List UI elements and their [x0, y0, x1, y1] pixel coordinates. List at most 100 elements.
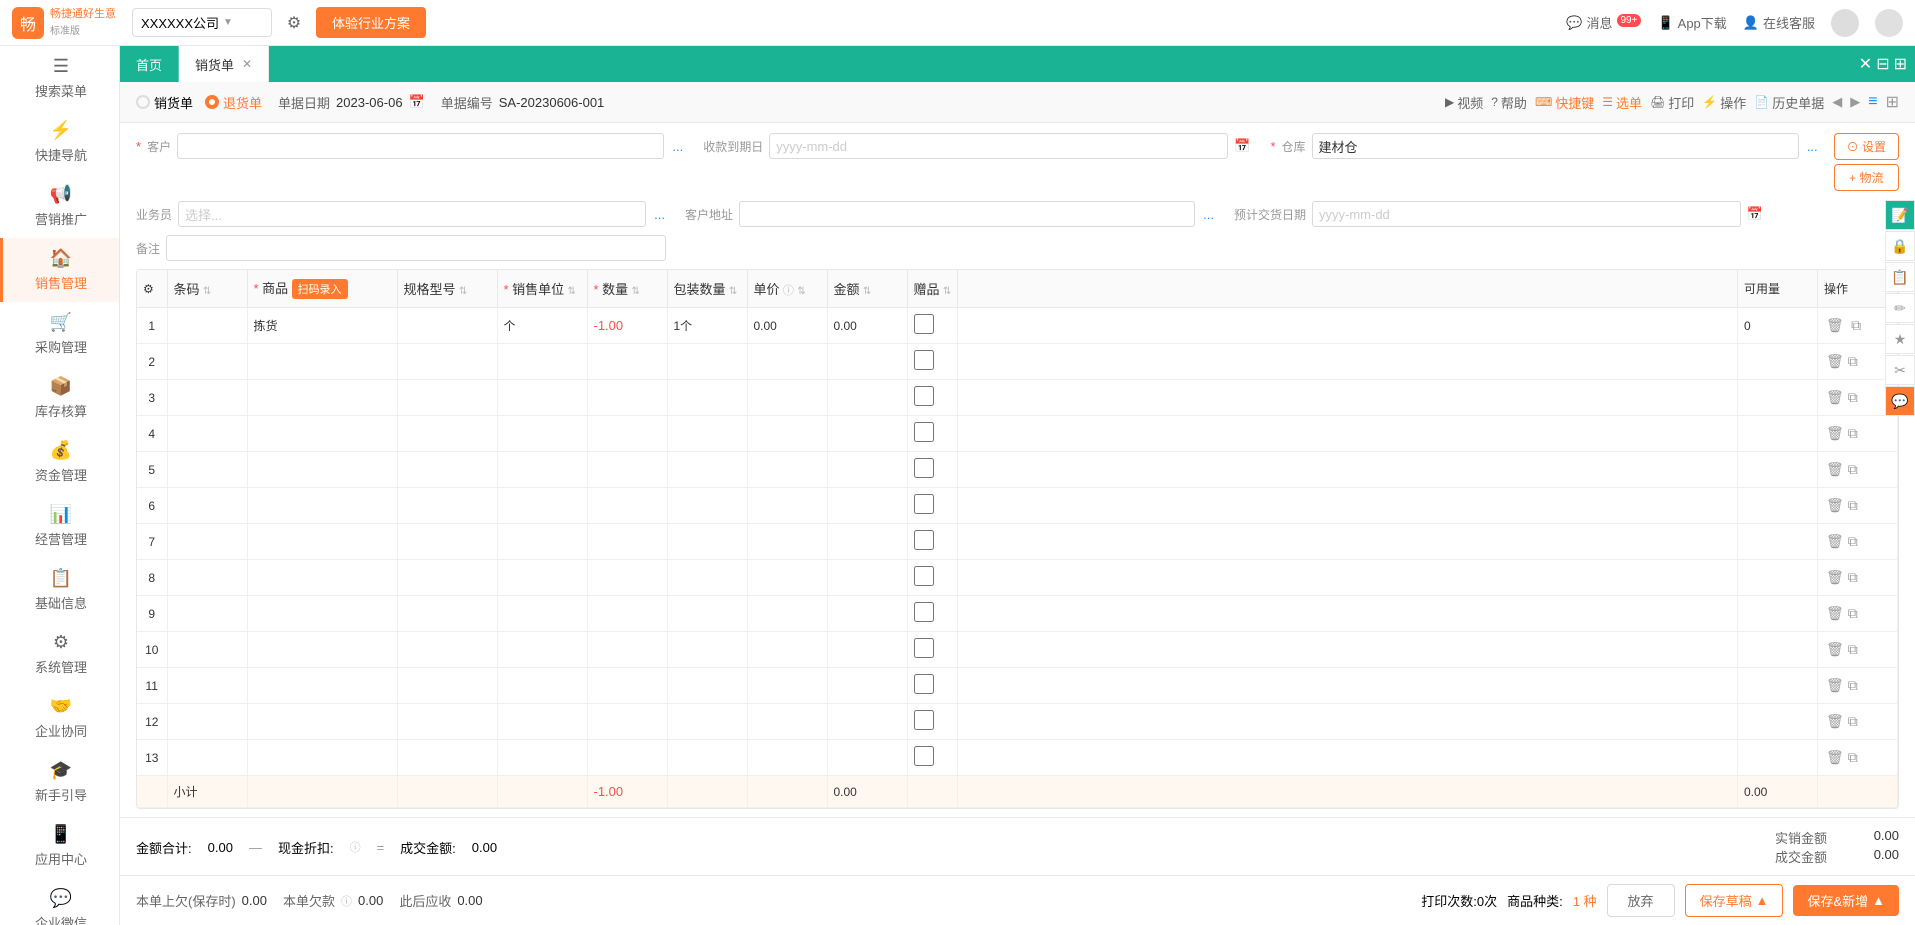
unitprice-info-icon[interactable]: ⓘ — [783, 285, 794, 297]
float-btn-7[interactable]: 💬 — [1885, 386, 1915, 416]
sort-packqty-icon[interactable]: ⇅ — [729, 286, 737, 297]
row1-gift[interactable] — [907, 308, 958, 344]
sidebar-item-basic[interactable]: 📋 基础信息 — [0, 558, 119, 622]
sidebar-item-enterprise[interactable]: 🤝 企业协同 — [0, 686, 119, 750]
r10-del[interactable]: 🗑 — [1826, 641, 1844, 657]
sort-unit-icon[interactable]: ⇅ — [568, 286, 576, 297]
action-shortcut[interactable]: ⌨ 快捷键 — [1535, 93, 1594, 112]
save-new-button[interactable]: 保存&新增 ▲ — [1793, 885, 1899, 916]
action-print[interactable]: 🖨 打印 — [1650, 93, 1694, 112]
r2c2[interactable] — [167, 344, 247, 380]
float-btn-4[interactable]: ✏ — [1885, 293, 1915, 323]
sort-amount-icon[interactable]: ⇅ — [863, 286, 871, 297]
tab-expand-icon[interactable]: ✕ — [1859, 54, 1872, 74]
radio-sales-order[interactable]: 销货单 — [136, 93, 193, 112]
warehouse-input[interactable]: 建材仓 — [1312, 133, 1799, 159]
r9-copy[interactable]: ⧉ — [1848, 605, 1858, 621]
r3-gift[interactable] — [914, 386, 934, 406]
salesperson-input[interactable]: 选择... — [178, 201, 646, 227]
tab-list-icon[interactable]: ⊟ — [1876, 54, 1889, 74]
tab-close-icon[interactable]: ✕ — [242, 57, 252, 71]
r4-copy[interactable]: ⧉ — [1848, 425, 1858, 441]
save-draft-button[interactable]: 保存草稿 ▲ — [1685, 884, 1784, 917]
r11-copy[interactable]: ⧉ — [1848, 677, 1858, 693]
r2c4[interactable] — [397, 344, 497, 380]
warehouse-more-btn[interactable]: ... — [1807, 139, 1818, 154]
r10-gift[interactable] — [914, 638, 934, 658]
tab-home[interactable]: 首页 — [120, 46, 179, 82]
row1-unitprice[interactable]: 0.00 — [747, 308, 827, 344]
sidebar-item-shortcut[interactable]: ⚡ 快捷导航 — [0, 110, 119, 174]
avatar2[interactable] — [1875, 9, 1903, 37]
r5-del[interactable]: 🗑 — [1826, 461, 1844, 477]
r2c7[interactable] — [667, 344, 747, 380]
due-date-calendar-icon[interactable]: 📅 — [1234, 138, 1250, 154]
r5-copy[interactable]: ⧉ — [1848, 461, 1858, 477]
r4-del[interactable]: 🗑 — [1826, 425, 1844, 441]
sidebar-item-purchase[interactable]: 🛒 采购管理 — [0, 302, 119, 366]
float-btn-3[interactable]: 📋 — [1885, 262, 1915, 292]
row1-amount[interactable]: 0.00 — [827, 308, 907, 344]
logistics-button[interactable]: + 物流 — [1834, 164, 1899, 191]
r6-gift[interactable] — [914, 494, 934, 514]
r13-del[interactable]: 🗑 — [1826, 749, 1844, 765]
r7-del[interactable]: 🗑 — [1826, 533, 1844, 549]
r7-copy[interactable]: ⧉ — [1848, 533, 1858, 549]
sidebar-item-system[interactable]: ⚙ 系统管理 — [0, 622, 119, 686]
r12-del[interactable]: 🗑 — [1826, 713, 1844, 729]
r6-copy[interactable]: ⧉ — [1848, 497, 1858, 513]
r9-del[interactable]: 🗑 — [1826, 605, 1844, 621]
address-more-btn[interactable]: ... — [1203, 207, 1214, 222]
sort-gift-icon[interactable]: ⇅ — [943, 286, 951, 297]
action-operation[interactable]: ⚡ 操作 — [1702, 93, 1746, 112]
avatar[interactable] — [1831, 9, 1859, 37]
settings-gear-button[interactable]: ⚙ — [280, 9, 308, 37]
debit-info-icon[interactable]: ⓘ — [341, 893, 352, 909]
customer-more-btn[interactable]: ... — [672, 139, 683, 154]
r3-del[interactable]: 🗑 — [1826, 389, 1844, 405]
sidebar-item-guide[interactable]: 🎓 新手引导 — [0, 750, 119, 814]
r12-gift[interactable] — [914, 710, 934, 730]
r2c5[interactable] — [497, 344, 587, 380]
discount-info-icon[interactable]: ⓘ — [350, 839, 361, 855]
r9-gift[interactable] — [914, 602, 934, 622]
nav-prev-icon[interactable]: ◀ — [1832, 94, 1842, 110]
scan-button[interactable]: 扫码录入 — [292, 279, 348, 299]
trial-button[interactable]: 体验行业方案 — [316, 7, 426, 38]
company-selector[interactable]: XXXXXX公司 ▼ — [132, 8, 272, 37]
customer-input[interactable] — [177, 133, 664, 159]
sidebar-item-inventory[interactable]: 📦 库存核算 — [0, 366, 119, 430]
sidebar-item-sales[interactable]: 🏠 销售管理 — [0, 238, 119, 302]
r7-gift[interactable] — [914, 530, 934, 550]
r13-gift[interactable] — [914, 746, 934, 766]
r2-gift[interactable] — [914, 350, 934, 370]
sort-qty-icon[interactable]: ⇅ — [632, 286, 640, 297]
r12-copy[interactable]: ⧉ — [1848, 713, 1858, 729]
discard-button[interactable]: 放弃 — [1607, 884, 1675, 917]
r11-del[interactable]: 🗑 — [1826, 677, 1844, 693]
row1-barcode[interactable] — [167, 308, 247, 344]
th-settings[interactable]: ⚙ — [137, 270, 167, 308]
message-item[interactable]: 💬 消息 99+ — [1566, 13, 1641, 32]
row1-packqty[interactable]: 1个 — [667, 308, 747, 344]
row1-product[interactable]: 拣货 — [247, 308, 397, 344]
r2-copy[interactable]: ⧉ — [1848, 353, 1858, 369]
r13-copy[interactable]: ⧉ — [1848, 749, 1858, 765]
sidebar-item-search[interactable]: ☰ 搜索菜单 — [0, 46, 119, 110]
sidebar-item-operation[interactable]: 📊 经营管理 — [0, 494, 119, 558]
r5-gift[interactable] — [914, 458, 934, 478]
r2c3[interactable] — [247, 344, 397, 380]
row1-copy-icon[interactable]: ⧉ — [1851, 317, 1861, 333]
expected-date-input[interactable]: yyyy-mm-dd — [1312, 201, 1741, 227]
action-history[interactable]: 📄 历史单据 — [1754, 93, 1824, 112]
r3-copy[interactable]: ⧉ — [1848, 389, 1858, 405]
nav-next-icon[interactable]: ▶ — [1850, 94, 1860, 110]
app-download-item[interactable]: 📱 App下载 — [1657, 13, 1726, 32]
sidebar-item-wechat[interactable]: 💬 企业微信 — [0, 878, 119, 925]
online-service-item[interactable]: 👤 在线客服 — [1743, 13, 1815, 32]
customer-address-input[interactable] — [739, 201, 1195, 227]
r11-gift[interactable] — [914, 674, 934, 694]
float-btn-6[interactable]: ✂ — [1885, 355, 1915, 385]
settings-button[interactable]: ⊙ 设置 — [1834, 133, 1899, 160]
float-btn-2[interactable]: 🔒 — [1885, 231, 1915, 261]
